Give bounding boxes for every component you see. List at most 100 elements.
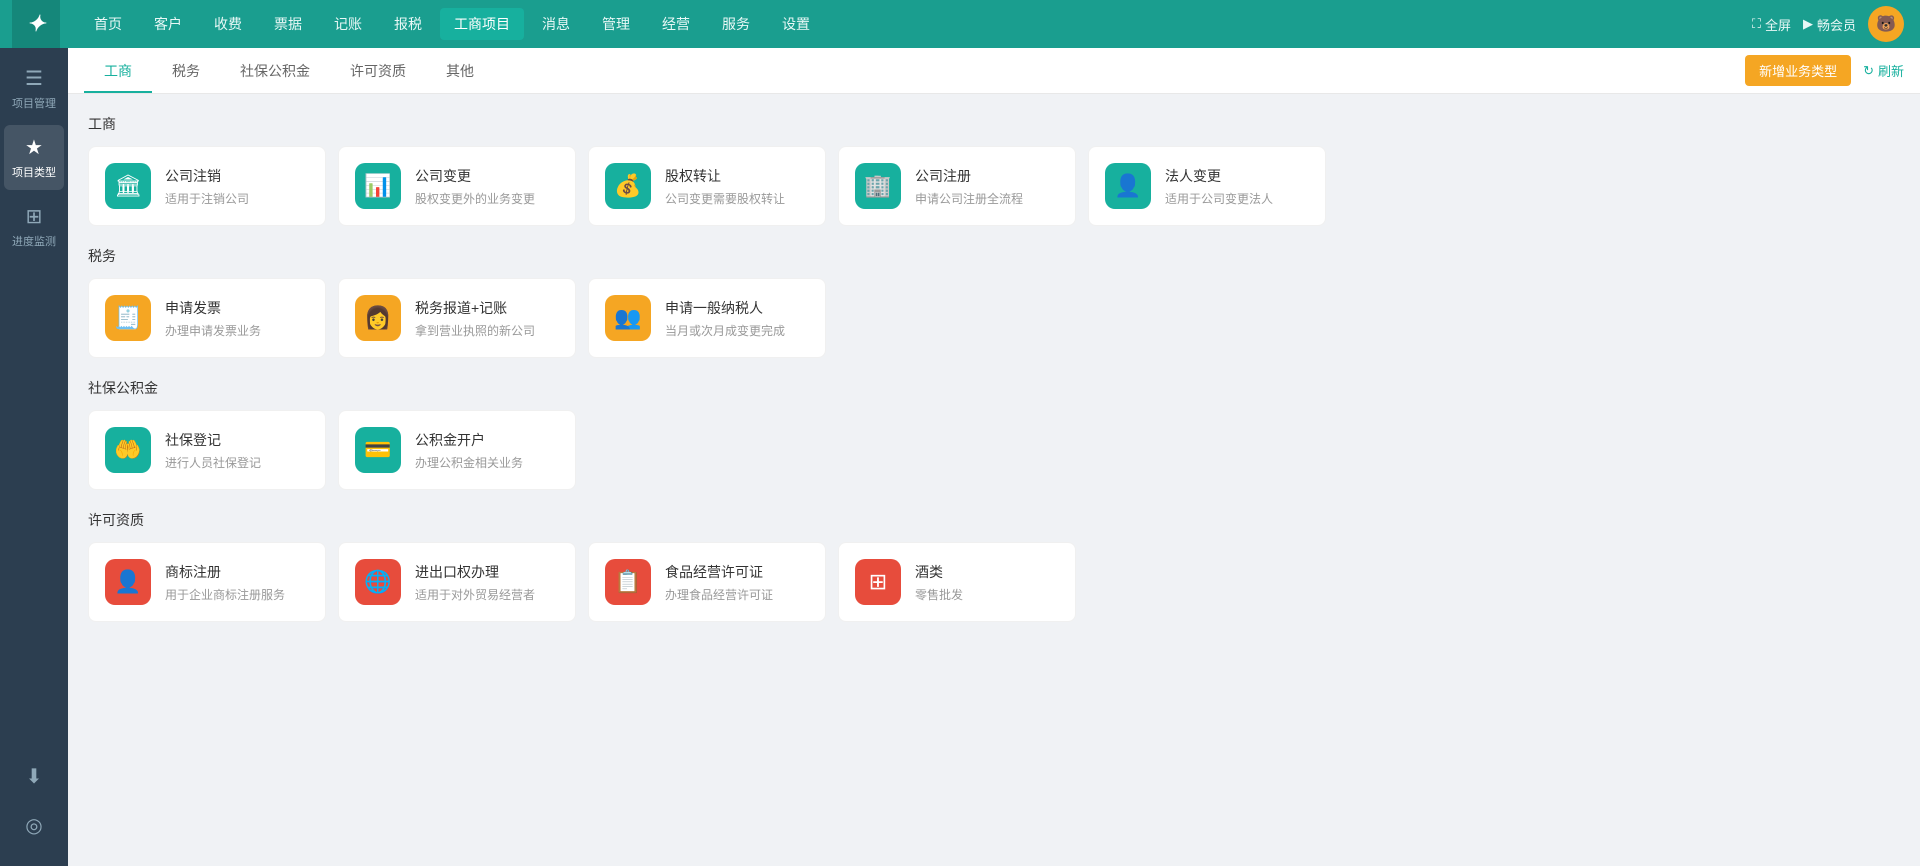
card-title: 股权转让 — [665, 166, 785, 186]
fullscreen-label: 全屏 — [1765, 15, 1791, 34]
card-title: 法人变更 — [1165, 166, 1273, 186]
card-info-公司变更: 公司变更股权变更外的业务变更 — [415, 166, 535, 207]
card-title: 商标注册 — [165, 562, 285, 582]
vip-icon: ▶ — [1803, 16, 1813, 32]
top-nav-right: ⛶ 全屏 ▶ 畅会员 🐻 — [1752, 6, 1920, 42]
card-desc: 拿到营业执照的新公司 — [415, 322, 535, 339]
nav-item-报税[interactable]: 报税 — [380, 8, 436, 40]
settings-icon[interactable]: ◎ — [17, 805, 50, 846]
card-desc: 适用于公司变更法人 — [1165, 190, 1273, 207]
card-title: 申请发票 — [165, 298, 261, 318]
new-type-button[interactable]: 新增业务类型 — [1745, 55, 1851, 86]
card-法人变更[interactable]: 👤法人变更适用于公司变更法人 — [1088, 146, 1326, 226]
tab-工商[interactable]: 工商 — [84, 48, 152, 93]
refresh-button[interactable]: ↻ 刷新 — [1863, 61, 1904, 80]
sidebar-item-项目管理[interactable]: ☰项目管理 — [4, 56, 64, 121]
nav-item-服务[interactable]: 服务 — [708, 8, 764, 40]
card-info-申请一般纳税人: 申请一般纳税人当月或次月成变更完成 — [665, 298, 785, 339]
card-进出口权办理[interactable]: 🌐进出口权办理适用于对外贸易经营者 — [338, 542, 576, 622]
nav-item-记账[interactable]: 记账 — [320, 8, 376, 40]
card-酒类[interactable]: ⊞ 酒类零售批发 — [838, 542, 1076, 622]
sidebar-item-项目类型[interactable]: ★项目类型 — [4, 125, 64, 190]
card-股权转让[interactable]: 💰股权转让公司变更需要股权转让 — [588, 146, 826, 226]
card-desc: 办理公积金相关业务 — [415, 454, 523, 471]
vip-label: 畅会员 — [1817, 15, 1856, 34]
card-desc: 适用于对外贸易经营者 — [415, 586, 535, 603]
section-title-许可资质: 许可资质 — [88, 510, 1900, 530]
card-info-公司注销: 公司注销适用于注销公司 — [165, 166, 249, 207]
nav-item-经营[interactable]: 经营 — [648, 8, 704, 40]
nav-item-消息[interactable]: 消息 — [528, 8, 584, 40]
card-icon-申请发票: 🧾 — [105, 295, 151, 341]
sidebar-label: 项目类型 — [12, 164, 56, 180]
card-desc: 零售批发 — [915, 586, 963, 603]
card-申请发票[interactable]: 🧾 申请发票办理申请发票业务 — [88, 278, 326, 358]
top-nav-menu: 首页客户收费票据记账报税工商项目消息管理经营服务设置 — [60, 8, 1752, 40]
nav-item-工商项目[interactable]: 工商项目 — [440, 8, 524, 40]
fullscreen-btn[interactable]: ⛶ 全屏 — [1752, 15, 1791, 34]
section-title-税务: 税务 — [88, 246, 1900, 266]
nav-item-设置[interactable]: 设置 — [768, 8, 824, 40]
card-info-公积金开户: 公积金开户办理公积金相关业务 — [415, 430, 523, 471]
sidebar-bottom: ⬇◎ — [17, 756, 50, 858]
card-icon-社保登记: 🤲 — [105, 427, 151, 473]
fullscreen-icon: ⛶ — [1752, 16, 1761, 32]
vip-btn[interactable]: ▶ 畅会员 — [1803, 15, 1856, 34]
card-申请一般纳税人[interactable]: 👥申请一般纳税人当月或次月成变更完成 — [588, 278, 826, 358]
content-scroll[interactable]: 工商🏛公司注销适用于注销公司📊公司变更股权变更外的业务变更💰股权转让公司变更需要… — [68, 94, 1920, 866]
card-icon-公司注销: 🏛 — [105, 163, 151, 209]
card-info-酒类: 酒类零售批发 — [915, 562, 963, 603]
section-title-工商: 工商 — [88, 114, 1900, 134]
logo: ✦ — [12, 0, 60, 48]
tab-其他[interactable]: 其他 — [426, 48, 494, 93]
card-icon-股权转让: 💰 — [605, 163, 651, 209]
tabs-actions: 新增业务类型 ↻ 刷新 — [1745, 55, 1904, 86]
card-title: 进出口权办理 — [415, 562, 535, 582]
card-icon-食品经营许可证: 📋 — [605, 559, 651, 605]
card-desc: 用于企业商标注册服务 — [165, 586, 285, 603]
card-info-社保登记: 社保登记进行人员社保登记 — [165, 430, 261, 471]
tabs-list: 工商税务社保公积金许可资质其他 — [84, 48, 494, 93]
tab-社保公积金[interactable]: 社保公积金 — [220, 48, 330, 93]
sidebar-label: 项目管理 — [12, 95, 56, 111]
card-desc: 适用于注销公司 — [165, 190, 249, 207]
card-title: 公司变更 — [415, 166, 535, 186]
card-info-食品经营许可证: 食品经营许可证办理食品经营许可证 — [665, 562, 773, 603]
card-title: 税务报道+记账 — [415, 298, 535, 318]
card-info-进出口权办理: 进出口权办理适用于对外贸易经营者 — [415, 562, 535, 603]
card-icon-公司变更: 📊 — [355, 163, 401, 209]
card-title: 申请一般纳税人 — [665, 298, 785, 318]
tab-许可资质[interactable]: 许可资质 — [330, 48, 426, 93]
card-info-税务报道+记账: 税务报道+记账拿到营业执照的新公司 — [415, 298, 535, 339]
card-社保登记[interactable]: 🤲 社保登记进行人员社保登记 — [88, 410, 326, 490]
nav-item-管理[interactable]: 管理 — [588, 8, 644, 40]
nav-item-票据[interactable]: 票据 — [260, 8, 316, 40]
tab-税务[interactable]: 税务 — [152, 48, 220, 93]
sidebar-item-进度监测[interactable]: ⊞进度监测 — [4, 194, 64, 259]
card-desc: 进行人员社保登记 — [165, 454, 261, 471]
card-icon-酒类: ⊞ — [855, 559, 901, 605]
cards-grid-税务: 🧾 申请发票办理申请发票业务 👩 税务报道+记账拿到营业执照的新公司 👥申请一般纳税人当… — [88, 278, 1900, 358]
refresh-icon: ↻ — [1863, 63, 1874, 79]
card-title: 公司注销 — [165, 166, 249, 186]
download-icon[interactable]: ⬇ — [18, 756, 51, 797]
card-title: 社保登记 — [165, 430, 261, 450]
nav-item-首页[interactable]: 首页 — [80, 8, 136, 40]
card-info-商标注册: 商标注册用于企业商标注册服务 — [165, 562, 285, 603]
card-公司变更[interactable]: 📊 公司变更股权变更外的业务变更 — [338, 146, 576, 226]
card-icon-税务报道+记账: 👩 — [355, 295, 401, 341]
card-公积金开户[interactable]: 💳公积金开户办理公积金相关业务 — [338, 410, 576, 490]
tabs-bar: 工商税务社保公积金许可资质其他 新增业务类型 ↻ 刷新 — [68, 48, 1920, 94]
card-desc: 办理申请发票业务 — [165, 322, 261, 339]
sidebar: ☰项目管理★项目类型⊞进度监测⬇◎ — [0, 48, 68, 866]
nav-item-收费[interactable]: 收费 — [200, 8, 256, 40]
card-公司注销[interactable]: 🏛 公司注销适用于注销公司 — [88, 146, 326, 226]
card-税务报道+记账[interactable]: 👩 税务报道+记账拿到营业执照的新公司 — [338, 278, 576, 358]
card-商标注册[interactable]: 👤商标注册用于企业商标注册服务 — [88, 542, 326, 622]
section-title-社保公积金: 社保公积金 — [88, 378, 1900, 398]
card-公司注册[interactable]: 🏢公司注册申请公司注册全流程 — [838, 146, 1076, 226]
card-title: 公积金开户 — [415, 430, 523, 450]
card-title: 公司注册 — [915, 166, 1023, 186]
nav-item-客户[interactable]: 客户 — [140, 8, 196, 40]
card-食品经营许可证[interactable]: 📋 食品经营许可证办理食品经营许可证 — [588, 542, 826, 622]
